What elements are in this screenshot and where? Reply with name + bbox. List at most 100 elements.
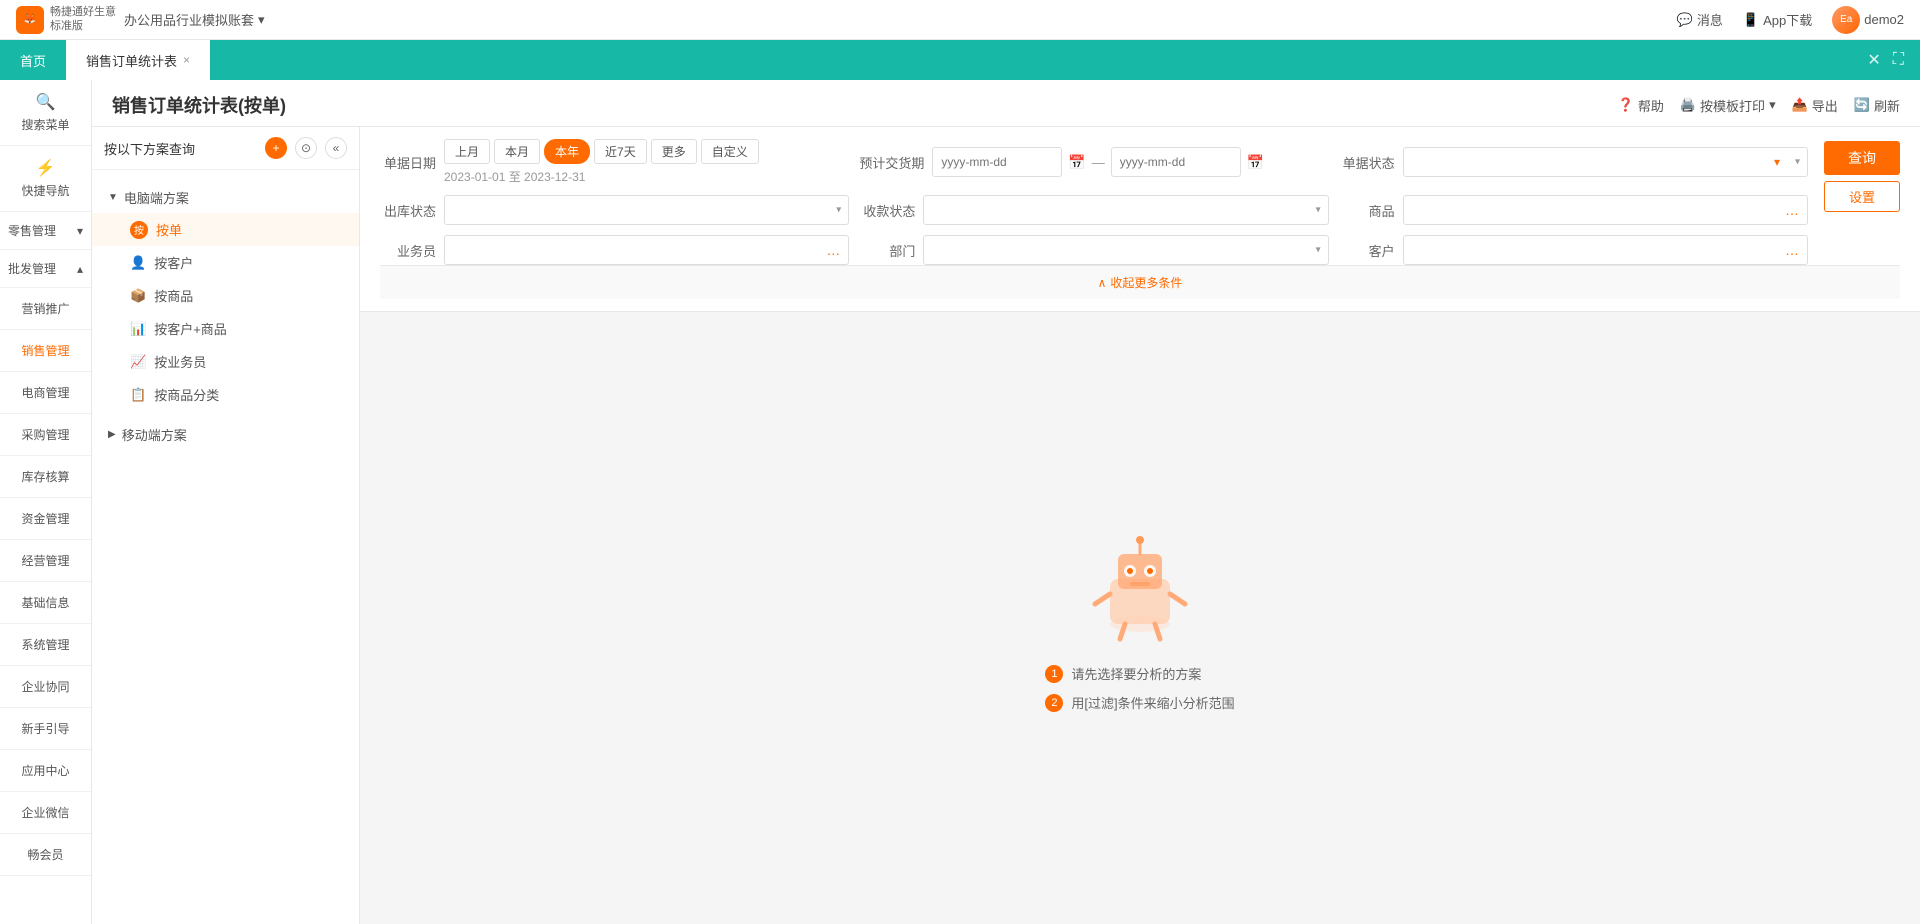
scheme-item-by-product[interactable]: 📦 按商品 [92,279,359,312]
tab-sales-statistics[interactable]: 销售订单统计表 × [66,40,210,80]
filter-product: 商品 … [1339,195,1808,225]
top-bar-left: 🦊 畅捷通好生意 标准版 办公用品行业模拟账套 ▾ [16,6,265,34]
empty-text: 1 请先选择要分析的方案 2 用[过滤]条件来缩小分析范围 [1045,664,1234,712]
sidebar-item-management[interactable]: 经营管理 [0,540,91,582]
product-scheme-icon: 📦 [130,288,146,304]
sidebar-item-apps[interactable]: 应用中心 [0,750,91,792]
app-download-item[interactable]: 📱 App下载 [1743,10,1812,29]
sidebar-item-sales[interactable]: 销售管理 [0,330,91,372]
sidebar-item-retail[interactable]: 零售管理 ▾ [0,212,91,250]
user-item[interactable]: Ea demo2 [1832,6,1904,34]
close-window-icon[interactable]: ✕ [1867,50,1880,70]
sidebar-item-search[interactable]: 🔍 搜索菜单 [0,80,91,146]
tab-home[interactable]: 首页 [0,40,66,80]
sidebar-item-system[interactable]: 系统管理 [0,624,91,666]
sidebar-item-nav[interactable]: ⚡ 快捷导航 [0,146,91,212]
delivery-select[interactable] [444,195,849,225]
collapse-bar[interactable]: ∧ 收起更多条件 [380,265,1900,299]
customer-more-icon[interactable]: … [1785,242,1799,258]
salesperson-input[interactable]: … [444,235,849,265]
avatar: Ea [1832,6,1860,34]
empty-state: 1 请先选择要分析的方案 2 用[过滤]条件来缩小分析范围 [360,312,1920,924]
sidebar-item-member[interactable]: 畅会员 [0,834,91,876]
filter-customer: 客户 … [1339,235,1808,265]
empty-step-2: 2 用[过滤]条件来缩小分析范围 [1045,693,1234,712]
print-btn[interactable]: 🖨️ 按模板打印 ▾ [1680,96,1776,115]
message-item[interactable]: 💬 消息 [1677,10,1723,29]
content-area: 销售订单统计表(按单) ❓ 帮助 🖨️ 按模板打印 ▾ 📤 导出 🔄 刷新 [92,80,1920,924]
expected-date-start[interactable] [932,147,1062,177]
scheme-group-mobile: ▶ 移动端方案 [92,415,359,454]
filter-delivery: 出库状态 [380,195,849,225]
scheme-item-by-order[interactable]: 按 按单 [92,213,359,246]
sidebar-item-inventory[interactable]: 库存核算 [0,456,91,498]
help-btn[interactable]: ❓ 帮助 [1618,96,1664,115]
sidebar-item-wechat[interactable]: 企业微信 [0,792,91,834]
date-btn-7days[interactable]: 近7天 [594,139,647,164]
chevron-up-icon: ▴ [77,262,83,276]
date-range-display: 2023-01-01 至 2023-12-31 [444,168,585,185]
top-filter-row: 单据日期 上月 本月 本年 近7天 更多 自定义 2023-01-01 至 20… [380,139,1900,265]
sidebar-item-wholesale[interactable]: 批发管理 ▴ [0,250,91,288]
calendar-start-icon[interactable]: 📅 [1068,154,1085,171]
tab-bar: 首页 销售订单统计表 × ✕ ⛶ [0,40,1920,80]
scheme-item-by-salesperson[interactable]: 📈 按业务员 [92,345,359,378]
salesperson-more-icon[interactable]: … [826,242,840,258]
filter-dept: 部门 [859,235,1328,265]
edit-scheme-btn[interactable]: ⊙ [295,137,317,159]
filter-area: 单据日期 上月 本月 本年 近7天 更多 自定义 2023-01-01 至 20… [360,127,1920,312]
sidebar-item-guide[interactable]: 新手引导 [0,708,91,750]
page-header: 销售订单统计表(按单) ❓ 帮助 🖨️ 按模板打印 ▾ 📤 导出 🔄 刷新 [92,80,1920,127]
dept-select[interactable] [923,235,1328,265]
settings-button[interactable]: 设置 [1824,181,1900,212]
logo-text: 畅捷通好生意 标准版 [50,6,116,32]
customer-scheme-icon: 👤 [130,255,146,271]
pc-group-header[interactable]: ▼ 电脑端方案 [92,182,359,213]
filter-main: 单据日期 上月 本月 本年 近7天 更多 自定义 2023-01-01 至 20… [380,139,1808,265]
export-btn[interactable]: 📤 导出 [1792,96,1838,115]
sidebar: 🔍 搜索菜单 ⚡ 快捷导航 零售管理 ▾ 批发管理 ▴ 营销推广 销售管理 电商… [0,80,92,924]
status-select[interactable] [1403,147,1808,177]
product-more-icon[interactable]: … [1785,202,1799,218]
sidebar-item-marketing[interactable]: 营销推广 [0,288,91,330]
mobile-arrow-icon: ▶ [108,429,116,440]
sidebar-item-ecommerce[interactable]: 电商管理 [0,372,91,414]
scheme-item-by-customer[interactable]: 👤 按客户 [92,246,359,279]
scheme-item-by-category[interactable]: 📋 按商品分类 [92,378,359,411]
customer-input[interactable]: … [1403,235,1808,265]
company-selector[interactable]: 办公用品行业模拟账套 ▾ [124,10,265,29]
sidebar-item-enterprise[interactable]: 企业协同 [0,666,91,708]
expected-date-end[interactable] [1111,147,1241,177]
delivery-select-wrapper [444,195,849,225]
tab-close-icon[interactable]: × [183,53,190,67]
sidebar-item-finance[interactable]: 资金管理 [0,498,91,540]
calendar-end-icon[interactable]: 📅 [1247,154,1264,171]
logo-area: 🦊 畅捷通好生意 标准版 [16,6,116,34]
help-icon: ❓ [1618,97,1634,113]
customer-product-icon: 📊 [130,321,146,337]
product-input[interactable]: … [1403,195,1808,225]
status-expand-icon[interactable]: ▾ [1774,155,1780,169]
date-btn-this-year[interactable]: 本年 [544,139,590,164]
left-scheme-panel: 按以下方案查询 + ⊙ « ▼ 电脑端方案 [92,127,360,924]
date-btn-this-month[interactable]: 本月 [494,139,540,164]
filter-expected-date: 预计交货期 📅 — 📅 [859,139,1328,185]
main-layout: 🔍 搜索菜单 ⚡ 快捷导航 零售管理 ▾ 批发管理 ▴ 营销推广 销售管理 电商… [0,80,1920,924]
scheme-item-by-customer-product[interactable]: 📊 按客户+商品 [92,312,359,345]
collapse-panel-btn[interactable]: « [325,137,347,159]
query-button[interactable]: 查询 [1824,141,1900,175]
sidebar-item-basic[interactable]: 基础信息 [0,582,91,624]
nav-icon: ⚡ [36,158,56,178]
date-btn-more[interactable]: 更多 [651,139,697,164]
content-with-panel: 按以下方案查询 + ⊙ « ▼ 电脑端方案 [92,127,1920,924]
refresh-icon: 🔄 [1854,97,1870,113]
refresh-btn[interactable]: 🔄 刷新 [1854,96,1900,115]
date-btn-last-month[interactable]: 上月 [444,139,490,164]
date-btn-custom[interactable]: 自定义 [701,139,759,164]
maximize-icon[interactable]: ⛶ [1893,51,1904,69]
sidebar-item-purchase[interactable]: 采购管理 [0,414,91,456]
receipt-select[interactable] [923,195,1328,225]
filter-buttons: 查询 设置 [1824,139,1900,212]
add-scheme-btn[interactable]: + [265,137,287,159]
mobile-group-header[interactable]: ▶ 移动端方案 [92,419,359,450]
